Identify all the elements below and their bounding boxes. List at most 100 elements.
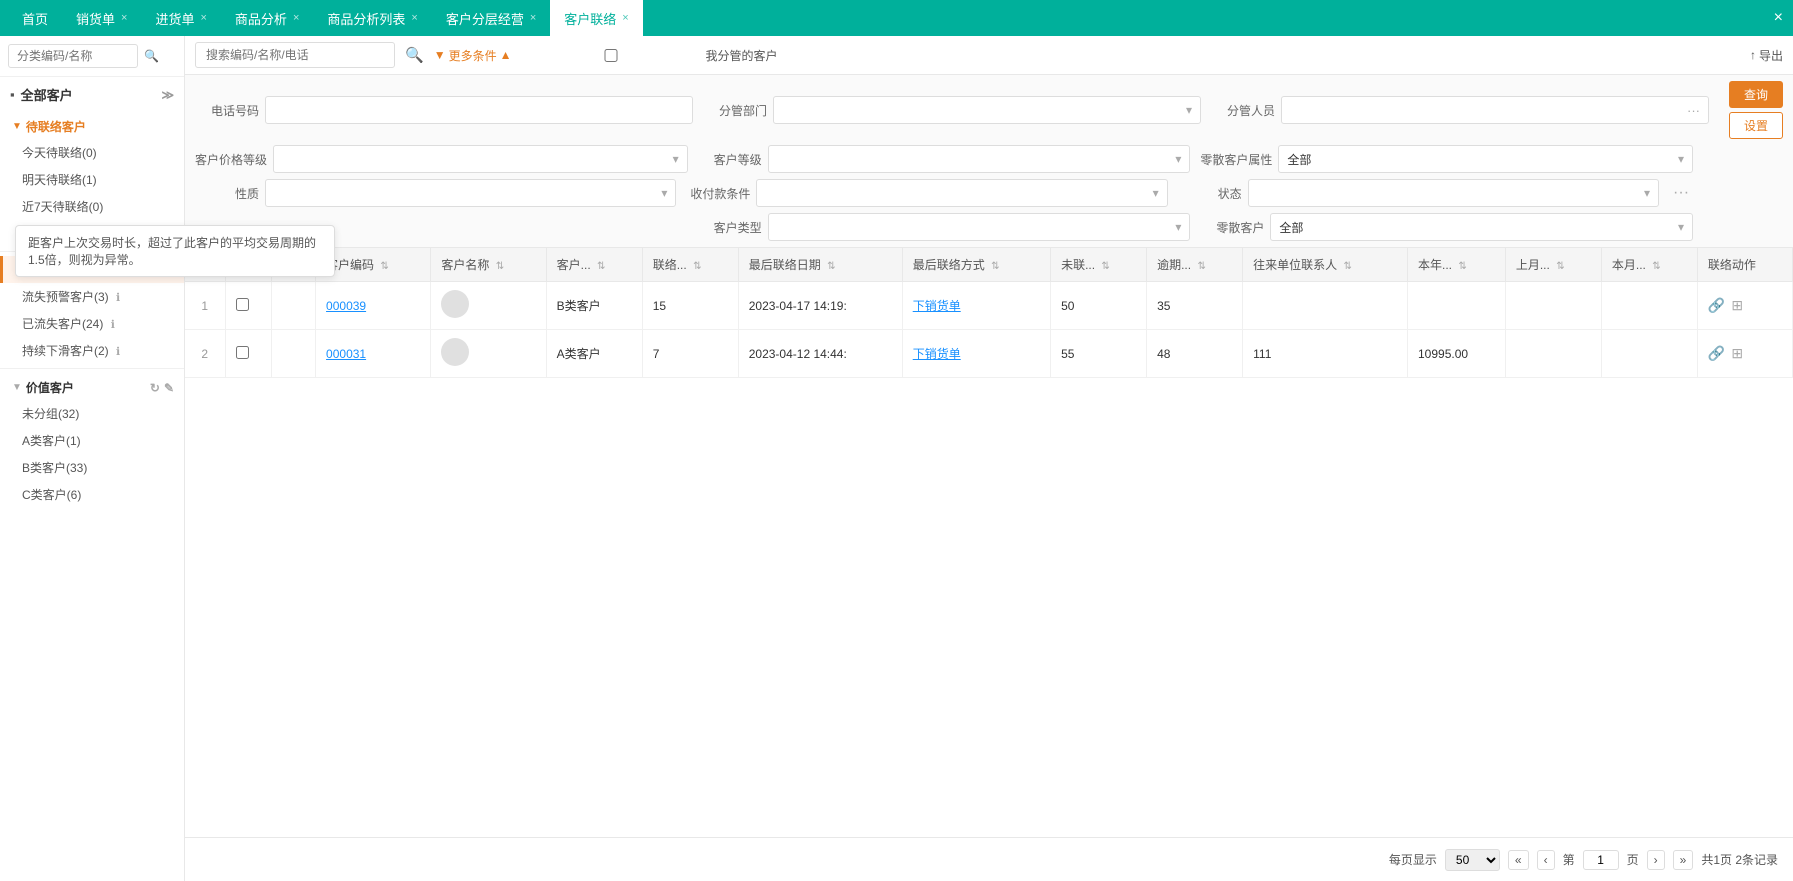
retail-attr-select[interactable]: 全部 ▾ <box>1278 145 1693 173</box>
nav-product-analysis-list[interactable]: 商品分析列表 × <box>313 0 431 36</box>
col-this-month: 本月... ⇅ <box>1601 248 1697 282</box>
nav-close-icon[interactable]: × <box>530 12 536 24</box>
sort-icon[interactable]: ⇅ <box>1652 261 1660 272</box>
nav-close-icon[interactable]: × <box>411 12 417 24</box>
window-close-button[interactable]: × <box>1774 9 1783 27</box>
sidebar-7days-pending[interactable]: 近7天待联络(0) <box>0 193 184 220</box>
payment-select[interactable]: ▾ <box>756 179 1167 207</box>
sidebar-class-a[interactable]: A类客户(1) <box>0 427 184 454</box>
grid-icon-1[interactable]: ⊞ <box>1731 297 1743 314</box>
next-page-button[interactable]: › <box>1647 850 1665 870</box>
grid-icon-2[interactable]: ⊞ <box>1731 345 1743 362</box>
gender-label: 性质 <box>195 185 265 202</box>
last-method-link-1[interactable]: 下销货单 <box>913 299 961 313</box>
cell-overdue-2: 48 <box>1147 330 1243 378</box>
customer-code-link-2[interactable]: 000031 <box>326 347 366 361</box>
link-icon-1[interactable]: 🔗 <box>1708 297 1725 314</box>
nav-close-icon[interactable]: × <box>121 12 127 24</box>
retail-attr-label: 零散客户属性 <box>1200 151 1278 168</box>
category-search-input[interactable] <box>8 44 138 68</box>
sidebar-value-customer-group[interactable]: ▼ 价值客户 ↻ ✎ <box>0 373 184 400</box>
nav-customer-contact[interactable]: 客户联络 × <box>550 0 642 36</box>
edit-icon[interactable]: ✎ <box>164 381 174 395</box>
customer-type-select[interactable]: ▾ <box>768 213 1191 241</box>
customer-code-link-1[interactable]: 000039 <box>326 299 366 313</box>
export-button[interactable]: ↑ 导出 <box>1750 47 1783 64</box>
sidebar-ungrouped[interactable]: 未分组(32) <box>0 400 184 427</box>
retail-customer-select[interactable]: 全部 ▾ <box>1270 213 1693 241</box>
search-button[interactable]: 🔍 <box>405 46 424 64</box>
dept-select[interactable]: ▾ <box>773 96 1201 124</box>
nav-home[interactable]: 首页 <box>8 0 62 36</box>
nav-purchase-order[interactable]: 进货单 × <box>141 0 220 36</box>
cell-last-month-1 <box>1505 282 1601 330</box>
retail-customer-field: 零散客户 全部 ▾ <box>1200 213 1693 241</box>
first-page-button[interactable]: « <box>1508 850 1529 870</box>
more-conditions-button[interactable]: ▼ 更多条件 ▲ <box>434 47 512 64</box>
last-method-link-2[interactable]: 下销货单 <box>913 347 961 361</box>
row-checkbox-1[interactable] <box>236 298 249 311</box>
nav-close-icon[interactable]: × <box>200 12 206 24</box>
nav-sales-order[interactable]: 销货单 × <box>62 0 141 36</box>
query-button[interactable]: 查询 <box>1729 81 1783 108</box>
avatar-2 <box>441 338 469 366</box>
page-input[interactable] <box>1583 850 1619 870</box>
sidebar-lost-customers[interactable]: 已流失客户(24) ℹ <box>0 310 184 337</box>
my-customers-check[interactable] <box>521 49 701 62</box>
phone-input[interactable] <box>265 96 693 124</box>
manager-select[interactable]: ··· <box>1281 96 1709 124</box>
sort-icon[interactable]: ⇅ <box>1458 261 1466 272</box>
status-select[interactable]: ▾ <box>1248 179 1659 207</box>
more-filter-dots[interactable]: ··· <box>1669 184 1693 202</box>
per-page-select[interactable]: 50 20 100 <box>1445 849 1500 871</box>
gender-select[interactable]: ▾ <box>265 179 676 207</box>
price-level-select[interactable]: ▾ <box>273 145 688 173</box>
sidebar-declining-customers[interactable]: 持续下滑客户(2) ℹ <box>0 337 184 364</box>
settings-button[interactable]: 设置 <box>1729 112 1783 139</box>
dept-field: 分管部门 ▾ <box>703 96 1201 124</box>
status-label: 状态 <box>1178 185 1248 202</box>
sort-icon[interactable]: ⇅ <box>1343 261 1351 272</box>
sidebar-today-pending[interactable]: 今天待联络(0) <box>0 139 184 166</box>
nav-customer-segmentation[interactable]: 客户分层经营 × <box>432 0 550 36</box>
nav-close-icon[interactable]: × <box>293 12 299 24</box>
my-customers-checkbox[interactable]: 我分管的客户 <box>521 47 777 64</box>
sidebar-class-c[interactable]: C类客户(6) <box>0 481 184 508</box>
customer-level-select[interactable]: ▾ <box>768 145 1191 173</box>
sort-icon[interactable]: ⇅ <box>1556 261 1564 272</box>
collapse-icon[interactable]: ≫ <box>161 88 174 102</box>
row-checkbox-2[interactable] <box>236 346 249 359</box>
link-icon-2[interactable]: 🔗 <box>1708 345 1725 362</box>
sidebar-pending-contact-group[interactable]: ▼ 待联络客户 <box>0 112 184 139</box>
sidebar-lost-warning[interactable]: 流失预警客户(3) ℹ <box>0 283 184 310</box>
sort-icon[interactable]: ⇅ <box>827 261 835 272</box>
sort-icon[interactable]: ⇅ <box>380 261 388 272</box>
sort-icon[interactable]: ⇅ <box>991 261 999 272</box>
sort-icon[interactable]: ⇅ <box>597 261 605 272</box>
cell-overdue-1: 35 <box>1147 282 1243 330</box>
search-input[interactable] <box>195 42 395 68</box>
last-page-button[interactable]: » <box>1673 850 1694 870</box>
action-icons-1: 🔗 ⊞ <box>1708 297 1782 314</box>
retail-customer-label: 零散客户 <box>1200 219 1270 236</box>
sort-icon[interactable]: ⇅ <box>1197 261 1205 272</box>
chevron-down-icon: ▾ <box>673 152 679 166</box>
cell-unreplied-2: 55 <box>1051 330 1147 378</box>
refresh-icon[interactable]: ↻ <box>150 381 160 395</box>
sort-icon[interactable]: ⇅ <box>496 261 504 272</box>
nav-close-icon-active[interactable]: × <box>622 12 628 24</box>
sidebar-class-b[interactable]: B类客户(33) <box>0 454 184 481</box>
customer-type-field: 客户类型 ▾ <box>698 213 1191 241</box>
sidebar-tomorrow-pending[interactable]: 明天待联络(1) <box>0 166 184 193</box>
sort-icon[interactable]: ⇅ <box>693 261 701 272</box>
sort-icon[interactable]: ⇅ <box>1101 261 1109 272</box>
sidebar-search-icon[interactable]: 🔍 <box>144 49 159 63</box>
prev-page-button[interactable]: ‹ <box>1537 850 1555 870</box>
cell-name-2 <box>431 330 546 378</box>
col-last-month: 上月... ⇅ <box>1505 248 1601 282</box>
cell-last-date-2: 2023-04-12 14:44: <box>738 330 902 378</box>
nav-product-analysis[interactable]: 商品分析 × <box>221 0 313 36</box>
col-this-year: 本年... ⇅ <box>1408 248 1506 282</box>
sidebar-all-customers[interactable]: ▪ 全部客户 ≫ <box>0 77 184 112</box>
dept-label: 分管部门 <box>703 102 773 119</box>
